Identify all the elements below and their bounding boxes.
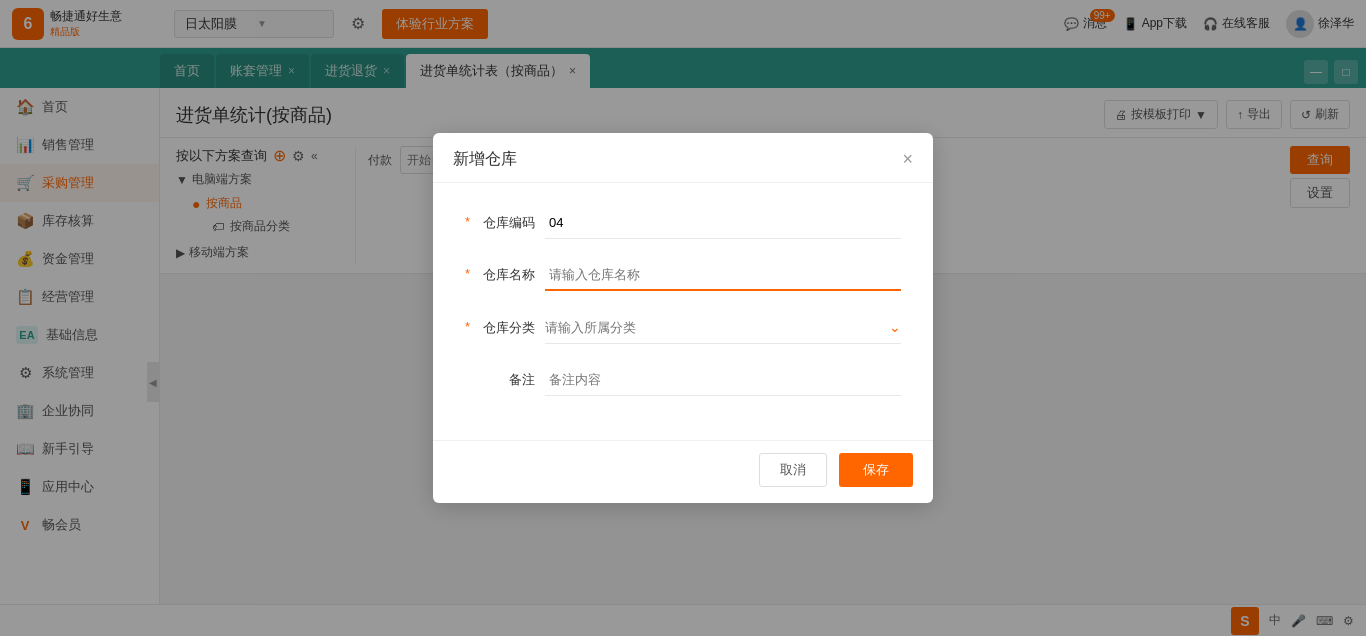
cancel-button[interactable]: 取消 (759, 453, 827, 487)
warehouse-name-label: 仓库名称 (465, 266, 545, 284)
warehouse-name-row: 仓库名称 (465, 259, 901, 291)
warehouse-category-label: 仓库分类 (465, 319, 545, 337)
dialog-body: 仓库编码 仓库名称 仓库分类 ⌄ 备注 (433, 183, 933, 440)
warehouse-category-row: 仓库分类 ⌄ (465, 311, 901, 344)
warehouse-note-input[interactable] (545, 364, 901, 396)
warehouse-note-label: 备注 (465, 371, 545, 389)
dialog-footer: 取消 保存 (433, 440, 933, 503)
warehouse-code-row: 仓库编码 (465, 207, 901, 239)
warehouse-name-input[interactable] (545, 259, 901, 291)
warehouse-category-select[interactable]: ⌄ (545, 311, 901, 344)
new-warehouse-dialog: 新增仓库 × 仓库编码 仓库名称 仓库分类 ⌄ (433, 133, 933, 503)
dialog-header: 新增仓库 × (433, 133, 933, 183)
save-button[interactable]: 保存 (839, 453, 913, 487)
dialog-overlay: 新增仓库 × 仓库编码 仓库名称 仓库分类 ⌄ (0, 0, 1366, 636)
dialog-title: 新增仓库 (453, 149, 517, 170)
warehouse-code-label: 仓库编码 (465, 214, 545, 232)
category-dropdown-icon[interactable]: ⌄ (889, 319, 901, 335)
warehouse-code-input[interactable] (545, 207, 901, 239)
warehouse-note-row: 备注 (465, 364, 901, 396)
dialog-close-button[interactable]: × (902, 149, 913, 170)
warehouse-category-input[interactable] (545, 311, 889, 343)
